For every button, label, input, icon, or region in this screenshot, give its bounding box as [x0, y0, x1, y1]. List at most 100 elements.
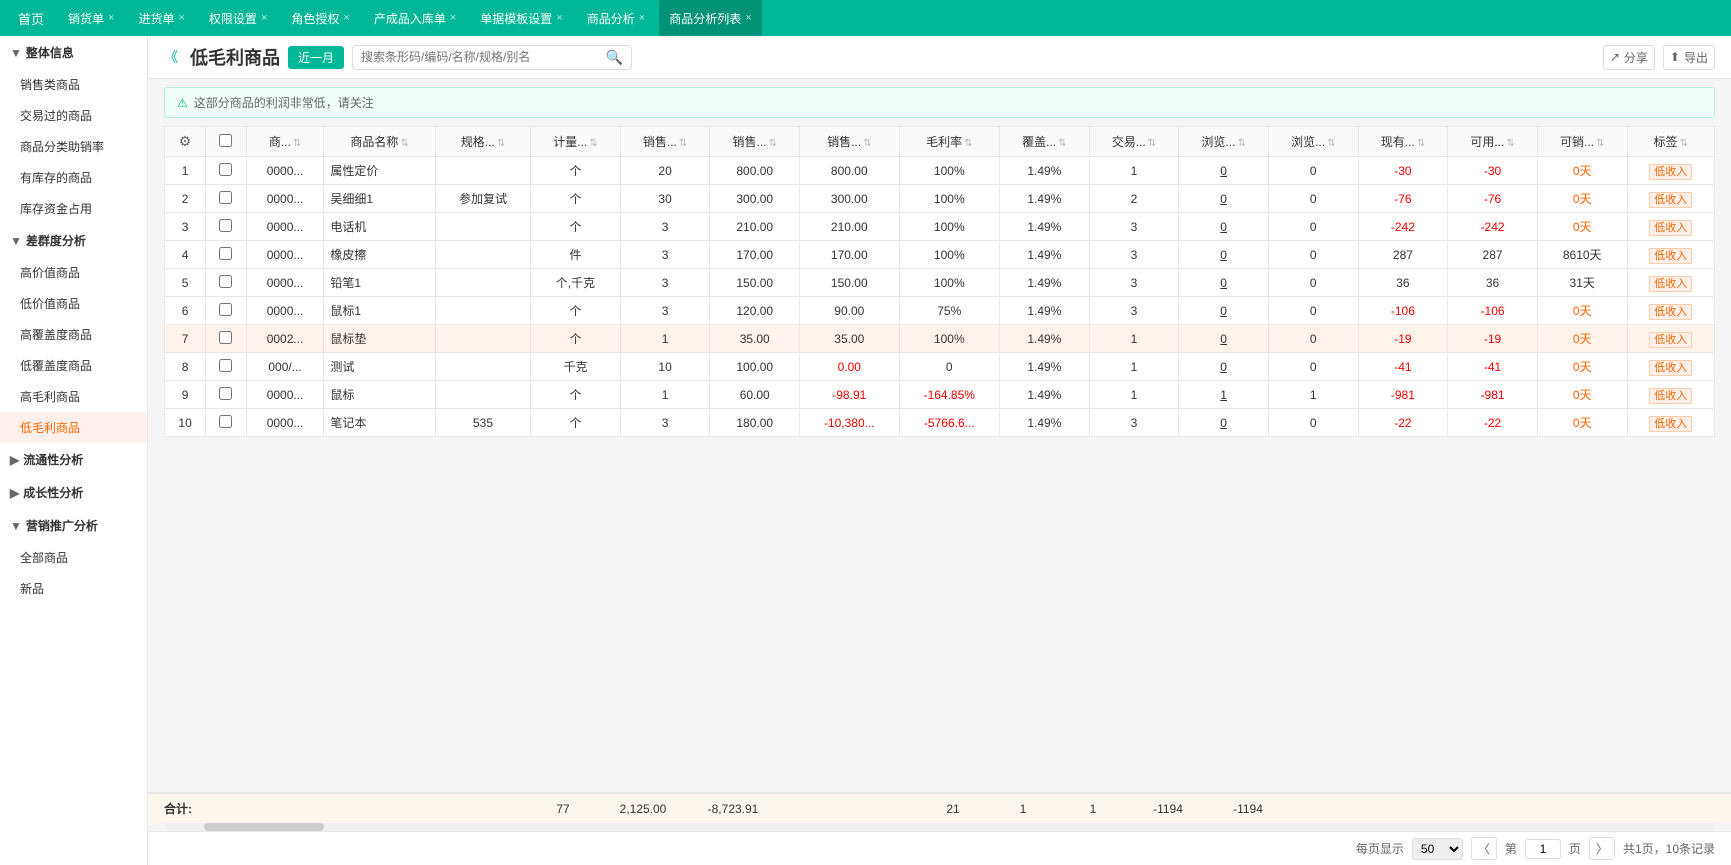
sidebar-group-overall[interactable]: ▼ 整体信息: [0, 36, 147, 69]
nav-auth[interactable]: 权限设置 ×: [199, 0, 277, 36]
row-browse1[interactable]: 0: [1179, 269, 1269, 297]
nav-home[interactable]: 首页: [8, 0, 54, 36]
col-tx[interactable]: 交易...⇅: [1089, 127, 1179, 157]
close-icon[interactable]: ×: [556, 12, 562, 24]
settings-icon[interactable]: ⚙: [179, 133, 192, 149]
close-icon[interactable]: ×: [108, 12, 114, 24]
sidebar-item-low-gross[interactable]: 低毛利商品: [0, 412, 147, 443]
row-checkbox-cell[interactable]: [206, 241, 247, 269]
row-browse1[interactable]: 0: [1179, 297, 1269, 325]
col-browse2[interactable]: 浏览...⇅: [1268, 127, 1358, 157]
row-checkbox-cell[interactable]: [206, 269, 247, 297]
page-input[interactable]: [1525, 839, 1561, 859]
nav-template[interactable]: 单据模板设置 ×: [470, 0, 572, 36]
sidebar-group-cluster[interactable]: ▼ 差群度分析: [0, 224, 147, 257]
col-avail[interactable]: 可用...⇅: [1448, 127, 1538, 157]
col-qty[interactable]: 销售...⇅: [620, 127, 710, 157]
search-icon[interactable]: 🔍: [606, 49, 623, 66]
sidebar-item-all-goods[interactable]: 全部商品: [0, 542, 147, 573]
row-checkbox-cell[interactable]: [206, 157, 247, 185]
row-checkbox[interactable]: [219, 219, 232, 232]
col-current[interactable]: 现有...⇅: [1358, 127, 1448, 157]
sidebar-item-in-stock[interactable]: 有库存的商品: [0, 162, 147, 193]
sidebar-group-growth[interactable]: ▶ 成长性分析: [0, 476, 147, 509]
row-name[interactable]: 橡皮擦: [324, 241, 436, 269]
row-checkbox[interactable]: [219, 387, 232, 400]
col-cover[interactable]: 覆盖...⇅: [1000, 127, 1090, 157]
row-browse1[interactable]: 0: [1179, 157, 1269, 185]
row-name[interactable]: 笔记本: [324, 409, 436, 437]
sidebar-item-sales-goods[interactable]: 销售类商品: [0, 69, 147, 100]
search-box[interactable]: 🔍: [352, 45, 632, 70]
row-name[interactable]: 测试: [324, 353, 436, 381]
close-icon[interactable]: ×: [261, 12, 267, 24]
row-name[interactable]: 鼠标: [324, 381, 436, 409]
horizontal-scrollbar[interactable]: [164, 823, 1715, 831]
nav-purchase[interactable]: 进货单 ×: [128, 0, 194, 36]
row-name[interactable]: 鼠标1: [324, 297, 436, 325]
search-input[interactable]: [361, 50, 606, 64]
sidebar-item-high-value[interactable]: 高价值商品: [0, 257, 147, 288]
nav-goods-analysis-list[interactable]: 商品分析列表 ×: [659, 0, 761, 36]
row-browse1[interactable]: 1: [1179, 381, 1269, 409]
scrollbar-thumb[interactable]: [204, 823, 324, 831]
sidebar-item-capital[interactable]: 库存资金占用: [0, 193, 147, 224]
collapse-sidebar-btn[interactable]: 《: [164, 47, 178, 67]
row-name[interactable]: 鼠标垫: [324, 325, 436, 353]
col-gross[interactable]: 毛利率⇅: [899, 127, 1000, 157]
row-checkbox-cell[interactable]: [206, 381, 247, 409]
row-checkbox[interactable]: [219, 331, 232, 344]
share-button[interactable]: ↗ 分享: [1603, 45, 1655, 70]
row-name[interactable]: 属性定价: [324, 157, 436, 185]
row-name[interactable]: 电话机: [324, 213, 436, 241]
row-browse1[interactable]: 0: [1179, 409, 1269, 437]
row-checkbox-cell[interactable]: [206, 185, 247, 213]
close-icon[interactable]: ×: [639, 12, 645, 24]
row-checkbox[interactable]: [219, 415, 232, 428]
page-size-select[interactable]: 20 50 100: [1412, 838, 1463, 860]
col-code[interactable]: 商...⇅: [246, 127, 324, 157]
col-checkbox[interactable]: [206, 127, 247, 157]
sidebar-item-low-coverage[interactable]: 低覆盖度商品: [0, 350, 147, 381]
row-browse1[interactable]: 0: [1179, 325, 1269, 353]
sidebar-item-new-goods[interactable]: 新品: [0, 573, 147, 604]
col-browse1[interactable]: 浏览...⇅: [1179, 127, 1269, 157]
close-icon[interactable]: ×: [450, 12, 456, 24]
row-checkbox[interactable]: [219, 191, 232, 204]
row-checkbox[interactable]: [219, 275, 232, 288]
col-saleable[interactable]: 可销...⇅: [1537, 127, 1627, 157]
sidebar-group-flow[interactable]: ▶ 流通性分析: [0, 443, 147, 476]
row-checkbox[interactable]: [219, 359, 232, 372]
row-checkbox-cell[interactable]: [206, 325, 247, 353]
row-checkbox[interactable]: [219, 247, 232, 260]
next-page-button[interactable]: 〉: [1589, 837, 1615, 860]
sidebar-item-traded-goods[interactable]: 交易过的商品: [0, 100, 147, 131]
close-icon[interactable]: ×: [178, 12, 184, 24]
row-checkbox[interactable]: [219, 303, 232, 316]
table-container[interactable]: ⚙ 商...⇅ 商品名称⇅ 规格...⇅ 计量...⇅ 销售...⇅ 销售...…: [148, 126, 1731, 792]
nav-role[interactable]: 角色授权 ×: [281, 0, 359, 36]
nav-sales[interactable]: 销货单 ×: [58, 0, 124, 36]
row-name[interactable]: 铅笔1: [324, 269, 436, 297]
close-icon[interactable]: ×: [343, 12, 349, 24]
row-browse1[interactable]: 0: [1179, 213, 1269, 241]
sidebar-group-marketing[interactable]: ▼ 营销推广分析: [0, 509, 147, 542]
col-settings[interactable]: ⚙: [165, 127, 206, 157]
row-browse1[interactable]: 0: [1179, 185, 1269, 213]
col-tag[interactable]: 标签⇅: [1627, 127, 1714, 157]
row-checkbox-cell[interactable]: [206, 297, 247, 325]
sidebar-item-low-value[interactable]: 低价值商品: [0, 288, 147, 319]
row-browse1[interactable]: 0: [1179, 241, 1269, 269]
row-checkbox-cell[interactable]: [206, 353, 247, 381]
nav-product-entry[interactable]: 产成品入库单 ×: [364, 0, 466, 36]
col-spec[interactable]: 规格...⇅: [435, 127, 530, 157]
col-price[interactable]: 销售...⇅: [710, 127, 800, 157]
sidebar-item-category-rate[interactable]: 商品分类助销率: [0, 131, 147, 162]
row-checkbox[interactable]: [219, 163, 232, 176]
prev-page-button[interactable]: 〈: [1471, 837, 1497, 860]
row-browse1[interactable]: 0: [1179, 353, 1269, 381]
col-unit[interactable]: 计量...⇅: [531, 127, 621, 157]
row-checkbox-cell[interactable]: [206, 409, 247, 437]
date-filter-button[interactable]: 近一月: [288, 46, 344, 69]
col-name[interactable]: 商品名称⇅: [324, 127, 436, 157]
